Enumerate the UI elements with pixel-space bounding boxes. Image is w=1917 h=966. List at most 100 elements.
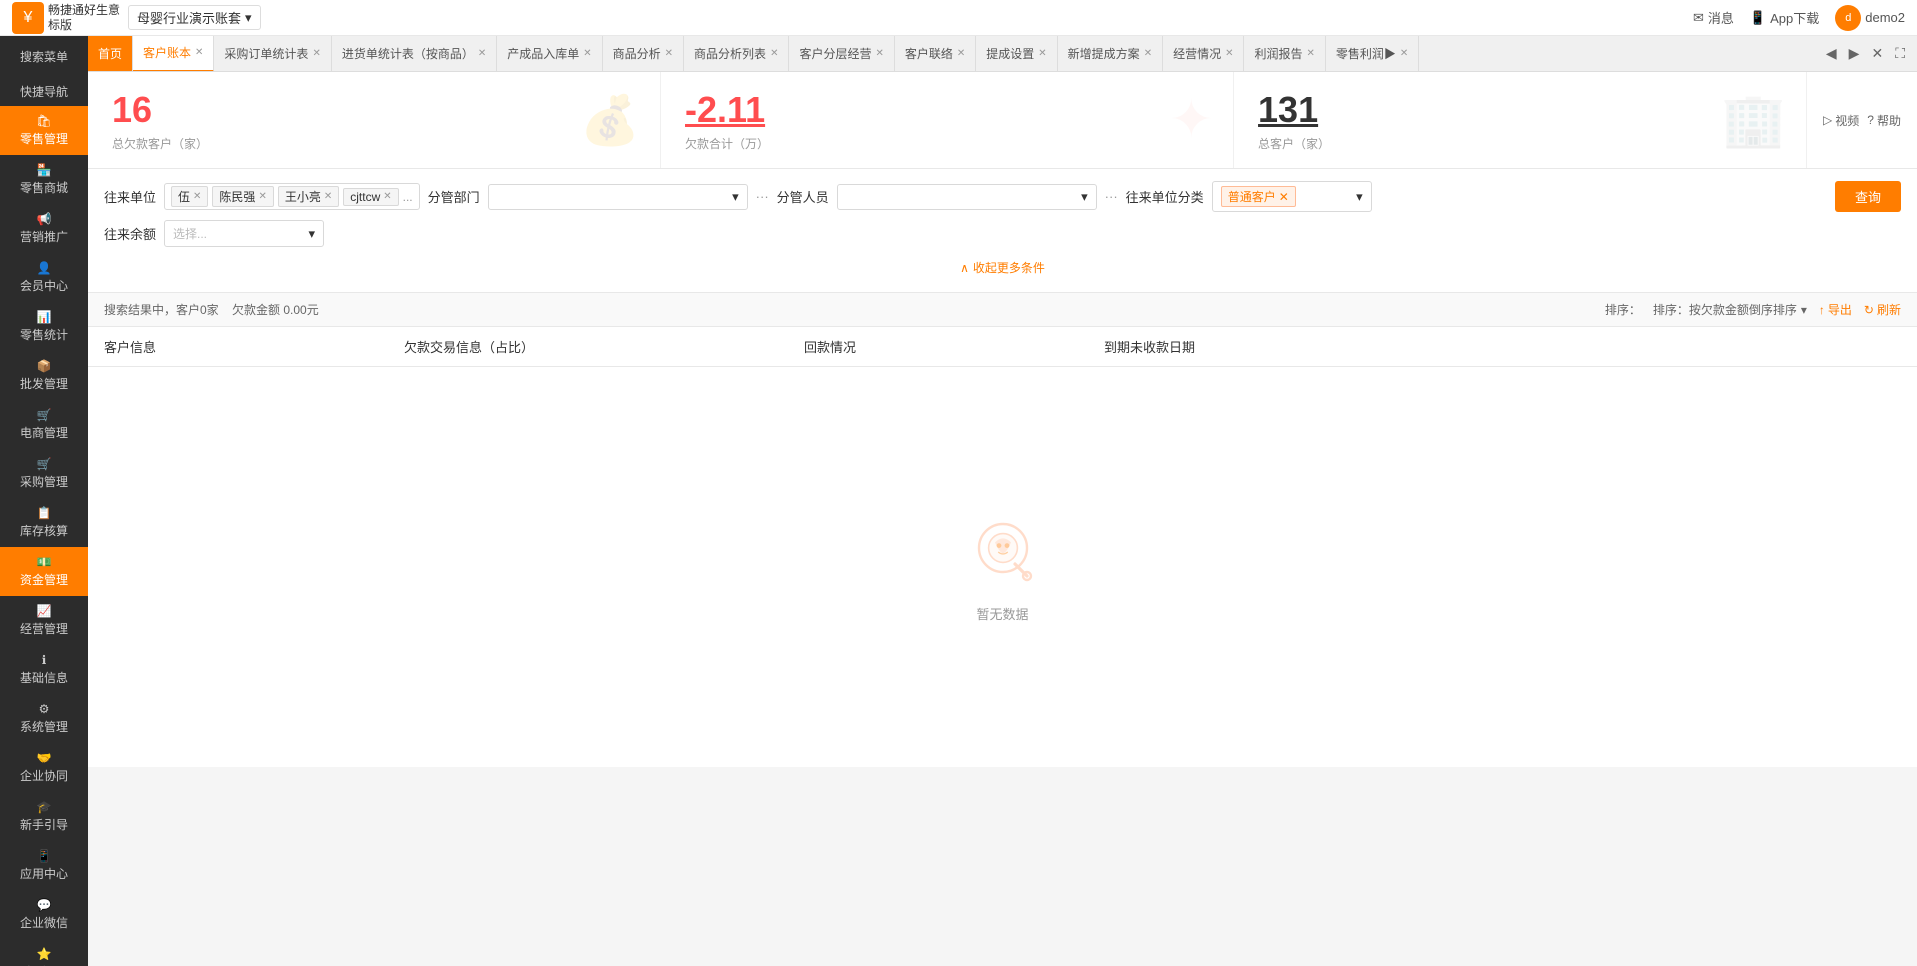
sidebar-item-icon: 💵 (4, 555, 84, 569)
tab-scroll-left-button[interactable]: ◀ (1822, 43, 1841, 64)
sidebar-item-finance-mgmt[interactable]: 💵 资金管理 (0, 547, 88, 596)
balance-filter-select[interactable]: 选择... ▾ (164, 220, 324, 247)
filter-tag-cjttcw[interactable]: cjttcw ✕ (343, 188, 398, 206)
stat-bg-icon-2: ✦ (1169, 90, 1213, 150)
help-btn[interactable]: ? 帮助 (1867, 112, 1901, 129)
search-menu-button[interactable]: 搜索菜单 (8, 44, 80, 69)
sidebar-item-member-center[interactable]: 👤 会员中心 (0, 253, 88, 302)
sidebar-item-label: 批发管理 (4, 375, 84, 392)
sidebar-item-inventory[interactable]: 📋 库存核算 (0, 498, 88, 547)
remove-category-icon[interactable]: ✕ (1279, 190, 1289, 204)
remove-tag-icon[interactable]: ✕ (258, 191, 266, 202)
sidebar-item-icon: 📦 (4, 359, 84, 373)
tab-goods-analysis-list[interactable]: 商品分析列表 ✕ (684, 36, 789, 72)
sidebar-item-app-center[interactable]: 📱 应用中心 (0, 841, 88, 890)
sidebar-item-vip[interactable]: ⭐ 畅会员 (0, 939, 88, 966)
tab-operations[interactable]: 经营情况 ✕ (1163, 36, 1244, 72)
empty-text: 暂无数据 (976, 604, 1028, 623)
sidebar-item-label: 零售商城 (4, 179, 84, 196)
sidebar-item-retail-mgmt[interactable]: 🛍 零售管理 (0, 106, 88, 155)
sidebar-item-wholesale-mgmt[interactable]: 📦 批发管理 (0, 351, 88, 400)
filter-section: 往来单位 伍 ✕ 陈民强 ✕ 王小亮 (88, 169, 1917, 293)
sidebar-item-retail-mall[interactable]: 🏪 零售商城 (0, 155, 88, 204)
store-selector[interactable]: 母婴行业演示账套 ▾ (128, 5, 261, 30)
sidebar-item-newbie-guide[interactable]: 🎓 新手引导 (0, 792, 88, 841)
tab-close-icon[interactable]: ✕ (1144, 48, 1152, 59)
empty-state: 暂无数据 (963, 452, 1043, 683)
tab-retail-profit[interactable]: 零售利润▶ ✕ (1326, 36, 1419, 72)
sidebar-item-purchase-mgmt[interactable]: 🛒 采购管理 (0, 449, 88, 498)
message-btn[interactable]: ✉ 消息 (1693, 8, 1734, 27)
tab-scroll-right-button[interactable]: ▶ (1845, 43, 1864, 64)
tab-close-icon[interactable]: ✕ (665, 48, 673, 59)
tab-goods-analysis[interactable]: 商品分析 ✕ (603, 36, 684, 72)
remove-tag-icon[interactable]: ✕ (383, 191, 391, 202)
tab-close-icon[interactable]: ✕ (957, 48, 965, 59)
sidebar-item-icon: ⚙ (4, 702, 84, 716)
unit-filter-tags[interactable]: 伍 ✕ 陈民强 ✕ 王小亮 ✕ (164, 183, 420, 210)
tab-close-icon[interactable]: ✕ (875, 48, 883, 59)
filter-tag-chen[interactable]: 陈民强 ✕ (212, 186, 273, 207)
sidebar-item-icon: 🏪 (4, 163, 84, 177)
tab-goods-stats[interactable]: 进货单统计表（按商品） ✕ (332, 36, 497, 72)
user-profile[interactable]: d demo2 (1835, 5, 1905, 31)
person-filter-select[interactable]: ▾ (837, 184, 1097, 210)
sidebar-item-retail-stats[interactable]: 📊 零售统计 (0, 302, 88, 351)
person-filter-dots[interactable]: ··· (756, 189, 769, 204)
remove-tag-icon[interactable]: ✕ (324, 191, 332, 202)
tab-close-icon[interactable]: ✕ (195, 47, 203, 58)
tab-customer-ledger[interactable]: 客户账本 ✕ (133, 36, 214, 72)
filter-tag-wang[interactable]: 王小亮 ✕ (278, 186, 339, 207)
tab-close-icon[interactable]: ✕ (583, 48, 591, 59)
sidebar-item-label: 零售管理 (4, 130, 84, 147)
export-button[interactable]: ↑ 导出 (1819, 301, 1852, 318)
video-btn[interactable]: ▷ 视频 (1823, 112, 1859, 129)
query-button[interactable]: 查询 (1835, 181, 1901, 212)
sidebar-item-enterprise-wechat[interactable]: 💬 企业微信 (0, 890, 88, 939)
sidebar-item-label: 营销推广 (4, 228, 84, 245)
col-due-date: 到期未收款日期 (1104, 337, 1404, 356)
tab-close-icon[interactable]: ✕ (312, 48, 320, 59)
quick-nav-button[interactable]: 快捷导航 (0, 77, 88, 106)
tab-close-all-button[interactable]: ✕ (1867, 43, 1887, 64)
sidebar-item-marketing[interactable]: 📢 营销推广 (0, 204, 88, 253)
sidebar-item-basic-info[interactable]: ℹ 基础信息 (0, 645, 88, 694)
tab-close-icon[interactable]: ✕ (770, 48, 778, 59)
app-download-btn[interactable]: 📱 App下载 (1750, 8, 1819, 27)
collapse-button[interactable]: ∧ 收起更多条件 (948, 255, 1057, 280)
tab-production-inbound[interactable]: 产成品入库单 ✕ (497, 36, 602, 72)
tab-commission-setting[interactable]: 提成设置 ✕ (976, 36, 1057, 72)
tab-add-commission-plan[interactable]: 新增提成方案 ✕ (1058, 36, 1163, 72)
sidebar-item-system-mgmt[interactable]: ⚙ 系统管理 (0, 694, 88, 743)
dept-filter-select[interactable]: ▾ (488, 184, 748, 210)
chevron-down-icon: ▾ (1081, 189, 1088, 205)
logo-area: ¥ 畅捷通好生意 标版 (12, 2, 120, 34)
avatar: d (1835, 5, 1861, 31)
sort-select[interactable]: 排序：按欠款金额倒序排序 ▾ (1653, 301, 1807, 318)
tab-close-icon[interactable]: ✕ (1307, 48, 1315, 59)
tab-profit-report[interactable]: 利润报告 ✕ (1244, 36, 1325, 72)
tab-customer-contact[interactable]: 客户联络 ✕ (895, 36, 976, 72)
remove-tag-icon[interactable]: ✕ (193, 191, 201, 202)
tab-close-icon[interactable]: ✕ (1225, 48, 1233, 59)
tab-close-icon[interactable]: ✕ (478, 48, 486, 59)
filter-tag-wu[interactable]: 伍 ✕ (171, 186, 208, 207)
sidebar-item-enterprise-collab[interactable]: 🤝 企业协同 (0, 743, 88, 792)
person-filter-label: 分管人员 (777, 187, 829, 206)
sidebar-item-operations-mgmt[interactable]: 📈 经营管理 (0, 596, 88, 645)
refresh-button[interactable]: ↻ 刷新 (1864, 301, 1901, 318)
tab-close-icon[interactable]: ✕ (1038, 48, 1046, 59)
category-selected-tag[interactable]: 普通客户 ✕ (1221, 186, 1296, 207)
sidebar-item-icon: 📈 (4, 604, 84, 618)
tab-maximize-button[interactable]: ⛶ (1891, 43, 1909, 64)
chevron-down-icon: ▾ (1356, 189, 1363, 205)
sidebar-item-ecommerce-mgmt[interactable]: 🛒 电商管理 (0, 400, 88, 449)
tab-customer-tier[interactable]: 客户分层经营 ✕ (789, 36, 894, 72)
tab-purchase-order-stats[interactable]: 采购订单统计表 ✕ (214, 36, 331, 72)
tab-close-icon[interactable]: ✕ (1400, 48, 1408, 59)
sidebar-item-label: 经营管理 (4, 620, 84, 637)
filter-more-btn[interactable]: ... (403, 190, 413, 204)
tab-home[interactable]: 首页 (88, 36, 133, 72)
category-filter-select[interactable]: 普通客户 ✕ ▾ (1212, 181, 1372, 212)
category-filter-dots[interactable]: ··· (1105, 189, 1118, 204)
